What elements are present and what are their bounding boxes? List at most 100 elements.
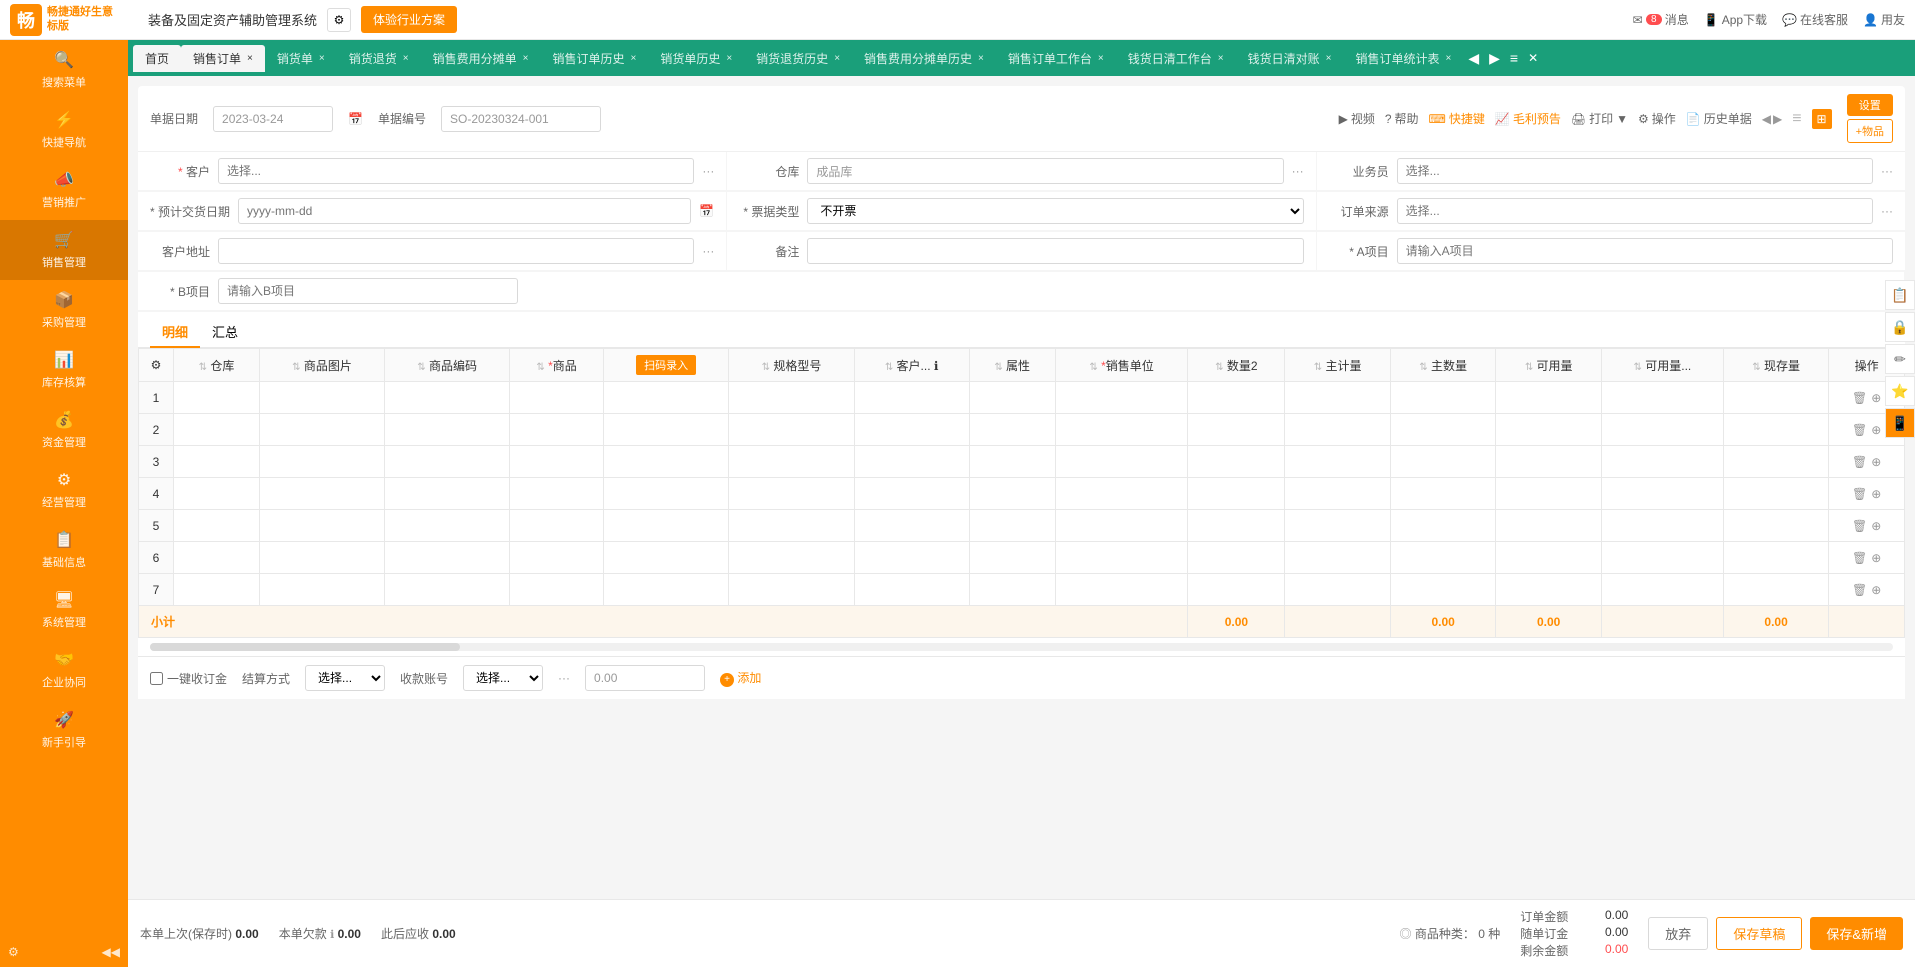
row-warehouse-6[interactable] <box>174 542 260 574</box>
sidebar-collapse-icon[interactable]: ◀◀ <box>102 945 120 959</box>
row-copy-icon-7[interactable]: ⊕ <box>1871 583 1881 597</box>
row-available2-5[interactable] <box>1601 510 1723 542</box>
scan-btn[interactable]: 扫码录入 <box>636 355 696 375</box>
row-copy-icon-6[interactable]: ⊕ <box>1871 551 1881 565</box>
tab-close-expense[interactable]: × <box>523 53 529 64</box>
row-attribute-5[interactable] <box>969 510 1055 542</box>
sidebar-item-quicknav[interactable]: ⚡ 快捷导航 <box>0 100 128 160</box>
project-a-input[interactable] <box>1397 238 1893 264</box>
settings-gear-icon[interactable]: ⚙ <box>327 8 351 32</box>
message-button[interactable]: ✉ 8 消息 <box>1633 11 1689 28</box>
right-tool-clipboard[interactable]: 📋 <box>1885 280 1915 310</box>
row-available2-7[interactable] <box>1601 574 1723 606</box>
remark-input[interactable] <box>807 238 1303 264</box>
row-customer-code-6[interactable] <box>854 542 969 574</box>
row-product-code-7[interactable] <box>385 574 510 606</box>
row-spec-3[interactable] <box>729 446 854 478</box>
order-source-input[interactable] <box>1397 198 1873 224</box>
tab-close-cash-rec[interactable]: × <box>1326 53 1332 64</box>
row-product-7[interactable] <box>510 574 604 606</box>
col-warehouse-header[interactable]: ⇅ 仓库 <box>174 349 260 382</box>
row-qty2-6[interactable] <box>1188 542 1285 574</box>
row-product-image-7[interactable] <box>259 574 384 606</box>
help-button[interactable]: ? 帮助 <box>1385 110 1419 127</box>
customer-addr-input[interactable] <box>218 238 694 264</box>
industry-solution-button[interactable]: 体验行业方案 <box>361 6 457 33</box>
right-tool-mobile[interactable]: 📱 <box>1885 408 1915 438</box>
row-available-5[interactable] <box>1496 510 1602 542</box>
tab-close-exp-hist[interactable]: × <box>978 53 984 64</box>
invoice-type-select[interactable]: 不开票 增值税专用发票 增值税普通发票 <box>807 198 1303 224</box>
row-product-code-1[interactable] <box>385 382 510 414</box>
operations-button[interactable]: ⚙ 操作 <box>1638 110 1676 127</box>
col-main-qty-header[interactable]: ⇅ 主数量 <box>1390 349 1496 382</box>
form-layout-btn[interactable]: ⊞ <box>1812 109 1832 129</box>
project-b-input[interactable] <box>218 278 518 304</box>
addr-more-icon[interactable]: ··· <box>702 244 714 258</box>
tab-close-cash-wb[interactable]: × <box>1218 53 1224 64</box>
col-product-image-header[interactable]: ⇅ 商品图片 <box>259 349 384 382</box>
sidebar-item-search[interactable]: 🔍 搜索菜单 <box>0 40 128 100</box>
payment-method-select[interactable]: 选择... <box>305 665 385 691</box>
tab-sales-order[interactable]: 销售订单 × <box>181 45 265 72</box>
row-product-code-4[interactable] <box>385 478 510 510</box>
customer-input[interactable] <box>218 158 694 184</box>
row-delete-icon-3[interactable]: 🗑 <box>1852 455 1867 469</box>
row-qty2-1[interactable] <box>1188 382 1285 414</box>
row-customer-code-4[interactable] <box>854 478 969 510</box>
row-stock-4[interactable] <box>1723 478 1829 510</box>
row-main-unit-1[interactable] <box>1285 382 1391 414</box>
sidebar-item-purchase[interactable]: 📦 采购管理 <box>0 280 128 340</box>
calendar-icon[interactable]: 📅 <box>348 112 363 126</box>
tab-order-history[interactable]: 销售订单历史 × <box>540 45 648 72</box>
row-available2-3[interactable] <box>1601 446 1723 478</box>
row-spec-2[interactable] <box>729 414 854 446</box>
due-info-icon[interactable]: ℹ <box>330 929 334 941</box>
row-product-code-2[interactable] <box>385 414 510 446</box>
row-attribute-2[interactable] <box>969 414 1055 446</box>
form-nav-next[interactable]: ▶ <box>1773 112 1782 126</box>
row-delete-icon-1[interactable]: 🗑 <box>1852 391 1867 405</box>
sidebar-item-inventory[interactable]: 📊 库存核算 <box>0 340 128 400</box>
row-available-6[interactable] <box>1496 542 1602 574</box>
row-available2-1[interactable] <box>1601 382 1723 414</box>
col-settings-header[interactable]: ⚙ <box>139 349 174 382</box>
tab-nav-prev[interactable]: ◀ <box>1463 48 1484 69</box>
row-stock-6[interactable] <box>1723 542 1829 574</box>
row-spec-5[interactable] <box>729 510 854 542</box>
row-main-qty-7[interactable] <box>1390 574 1496 606</box>
tab-expense-history[interactable]: 销售费用分摊单历史 × <box>852 45 996 72</box>
warehouse-more-icon[interactable]: ··· <box>1292 164 1304 178</box>
sidebar-settings-icon[interactable]: ⚙ <box>8 945 19 959</box>
row-product-image-4[interactable] <box>259 478 384 510</box>
row-product-code-3[interactable] <box>385 446 510 478</box>
discard-button[interactable]: 放弃 <box>1648 917 1708 950</box>
right-tool-star[interactable]: ⭐ <box>1885 376 1915 406</box>
staff-more-icon[interactable]: ··· <box>1881 164 1893 178</box>
one-click-payment-checkbox[interactable]: 一键收订金 <box>150 670 227 687</box>
sidebar-item-operations[interactable]: ⚙ 经营管理 <box>0 460 128 520</box>
account-select[interactable]: 选择... <box>463 665 543 691</box>
row-main-unit-2[interactable] <box>1285 414 1391 446</box>
tab-close-workbench[interactable]: × <box>1098 53 1104 64</box>
payment-amount-input[interactable] <box>585 665 705 691</box>
row-qty2-5[interactable] <box>1188 510 1285 542</box>
col-attribute-header[interactable]: ⇅ 属性 <box>969 349 1055 382</box>
row-delete-icon-4[interactable]: 🗑 <box>1852 487 1867 501</box>
row-product-image-6[interactable] <box>259 542 384 574</box>
add-payment-button[interactable]: + 添加 <box>720 669 761 687</box>
tab-home[interactable]: 首页 <box>133 45 181 72</box>
row-sales-unit-7[interactable] <box>1055 574 1188 606</box>
row-stock-7[interactable] <box>1723 574 1829 606</box>
row-spec-7[interactable] <box>729 574 854 606</box>
sidebar-item-guide[interactable]: 🚀 新手引导 <box>0 700 128 760</box>
row-copy-icon-2[interactable]: ⊕ <box>1871 423 1881 437</box>
save-new-button[interactable]: 保存&新增 <box>1810 917 1903 950</box>
right-tool-edit[interactable]: ✏ <box>1885 344 1915 374</box>
profit-preview-button[interactable]: 📈 毛利预告 <box>1495 110 1561 127</box>
tab-invoice-history[interactable]: 销货单历史 × <box>648 45 744 72</box>
row-product-2[interactable] <box>510 414 604 446</box>
row-copy-icon-4[interactable]: ⊕ <box>1871 487 1881 501</box>
row-product-code-6[interactable] <box>385 542 510 574</box>
tab-close-return[interactable]: × <box>403 53 409 64</box>
